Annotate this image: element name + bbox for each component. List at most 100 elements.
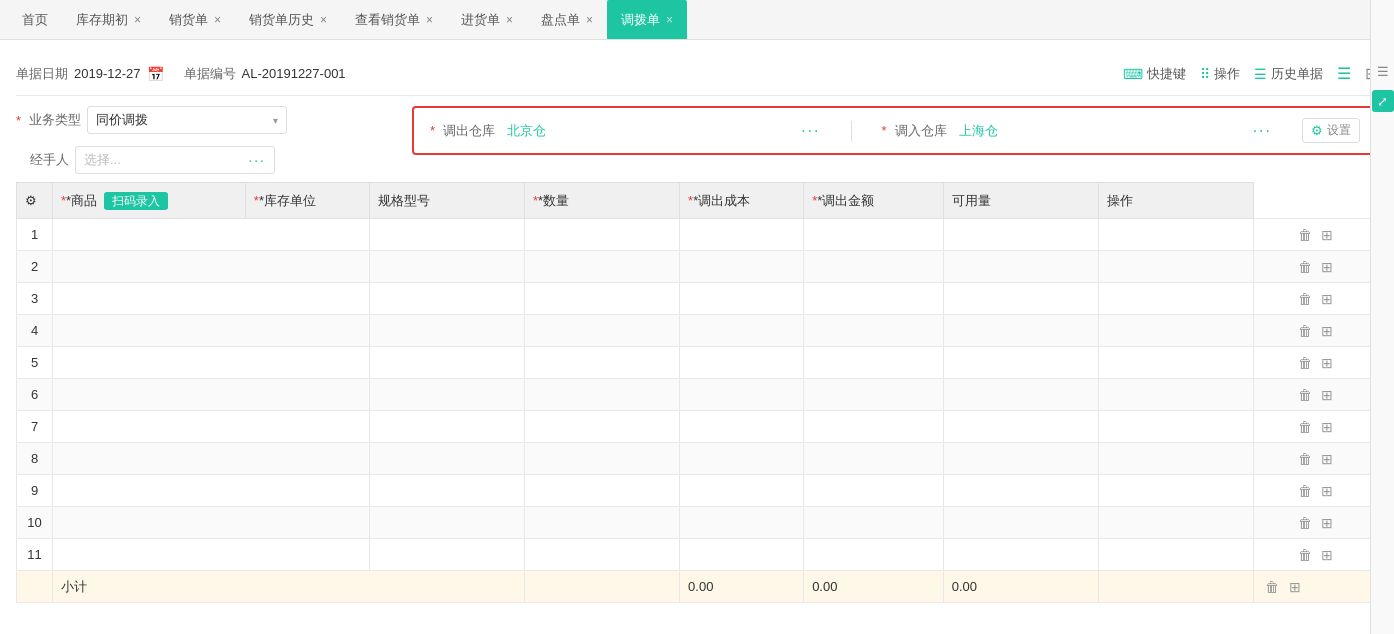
row-unit[interactable] [369, 347, 524, 379]
sidebar-expand-icon[interactable]: ⤢ [1372, 90, 1394, 112]
tab-inventory-check-close[interactable]: × [586, 13, 593, 27]
row-avail[interactable] [1098, 347, 1253, 379]
row-goods[interactable] [53, 507, 370, 539]
col-header-gear[interactable]: ⚙ [17, 183, 53, 219]
tab-view-sales-close[interactable]: × [426, 13, 433, 27]
row-spec[interactable] [525, 443, 680, 475]
copy-icon[interactable]: ⊞ [1321, 387, 1333, 403]
row-qty[interactable] [680, 379, 804, 411]
delete-icon[interactable]: 🗑 [1298, 451, 1312, 467]
row-spec[interactable] [525, 507, 680, 539]
copy-icon[interactable]: ⊞ [1321, 259, 1333, 275]
row-goods[interactable] [53, 347, 370, 379]
tab-transfer-close[interactable]: × [666, 13, 673, 27]
tab-sales-history-close[interactable]: × [320, 13, 327, 27]
row-amount[interactable] [943, 539, 1098, 571]
row-unit[interactable] [369, 411, 524, 443]
tab-purchase[interactable]: 进货单 × [447, 0, 527, 39]
tab-transfer[interactable]: 调拨单 × [607, 0, 687, 39]
row-unit[interactable] [369, 539, 524, 571]
row-amount[interactable] [943, 443, 1098, 475]
row-qty[interactable] [680, 539, 804, 571]
row-goods[interactable] [53, 379, 370, 411]
business-type-select[interactable]: 同价调拨 ▾ [87, 106, 287, 134]
tab-inventory-init-close[interactable]: × [134, 13, 141, 27]
copy-icon[interactable]: ⊞ [1321, 547, 1333, 563]
person-select[interactable]: 选择... ··· [75, 146, 275, 174]
delete-icon[interactable]: 🗑 [1298, 291, 1312, 307]
row-cost[interactable] [804, 507, 944, 539]
row-spec[interactable] [525, 219, 680, 251]
shortcut-button[interactable]: ⌨ 快捷键 [1123, 65, 1186, 83]
row-amount[interactable] [943, 475, 1098, 507]
row-goods[interactable] [53, 219, 370, 251]
row-cost[interactable] [804, 283, 944, 315]
row-avail[interactable] [1098, 411, 1253, 443]
delete-icon[interactable]: 🗑 [1298, 259, 1312, 275]
subtotal-delete-icon[interactable]: 🗑 [1265, 579, 1279, 595]
row-goods[interactable] [53, 283, 370, 315]
sidebar-list-icon[interactable]: ☰ [1372, 60, 1394, 82]
row-qty[interactable] [680, 283, 804, 315]
row-goods[interactable] [53, 315, 370, 347]
row-cost[interactable] [804, 411, 944, 443]
row-cost[interactable] [804, 315, 944, 347]
delete-icon[interactable]: 🗑 [1298, 515, 1312, 531]
row-qty[interactable] [680, 411, 804, 443]
row-qty[interactable] [680, 219, 804, 251]
row-amount[interactable] [943, 347, 1098, 379]
tab-inventory-init[interactable]: 库存期初 × [62, 0, 155, 39]
row-spec[interactable] [525, 283, 680, 315]
copy-icon[interactable]: ⊞ [1321, 483, 1333, 499]
row-amount[interactable] [943, 283, 1098, 315]
row-avail[interactable] [1098, 219, 1253, 251]
delete-icon[interactable]: 🗑 [1298, 227, 1312, 243]
tab-sales-history[interactable]: 销货单历史 × [235, 0, 341, 39]
row-avail[interactable] [1098, 539, 1253, 571]
copy-icon[interactable]: ⊞ [1321, 323, 1333, 339]
copy-icon[interactable]: ⊞ [1321, 291, 1333, 307]
row-spec[interactable] [525, 379, 680, 411]
row-goods[interactable] [53, 475, 370, 507]
row-goods[interactable] [53, 411, 370, 443]
tab-view-sales[interactable]: 查看销货单 × [341, 0, 447, 39]
row-avail[interactable] [1098, 251, 1253, 283]
row-cost[interactable] [804, 219, 944, 251]
row-amount[interactable] [943, 379, 1098, 411]
row-amount[interactable] [943, 251, 1098, 283]
tab-purchase-close[interactable]: × [506, 13, 513, 27]
row-spec[interactable] [525, 475, 680, 507]
row-spec[interactable] [525, 411, 680, 443]
copy-icon[interactable]: ⊞ [1321, 515, 1333, 531]
row-amount[interactable] [943, 315, 1098, 347]
scan-button[interactable]: 扫码录入 [104, 192, 168, 210]
person-more-icon[interactable]: ··· [248, 152, 266, 168]
history-button[interactable]: ☰ 历史单据 [1254, 65, 1323, 83]
row-avail[interactable] [1098, 507, 1253, 539]
tab-sales-order[interactable]: 销货单 × [155, 0, 235, 39]
row-qty[interactable] [680, 347, 804, 379]
row-avail[interactable] [1098, 283, 1253, 315]
tab-sales-order-close[interactable]: × [214, 13, 221, 27]
row-cost[interactable] [804, 251, 944, 283]
row-goods[interactable] [53, 443, 370, 475]
row-avail[interactable] [1098, 379, 1253, 411]
row-unit[interactable] [369, 443, 524, 475]
row-unit[interactable] [369, 283, 524, 315]
copy-icon[interactable]: ⊞ [1321, 227, 1333, 243]
row-qty[interactable] [680, 443, 804, 475]
warehouse-in-more-icon[interactable]: ··· [1253, 122, 1272, 140]
row-unit[interactable] [369, 379, 524, 411]
row-goods[interactable] [53, 539, 370, 571]
delete-icon[interactable]: 🗑 [1298, 387, 1312, 403]
delete-icon[interactable]: 🗑 [1298, 323, 1312, 339]
row-cost[interactable] [804, 539, 944, 571]
row-amount[interactable] [943, 507, 1098, 539]
warehouse-out-more-icon[interactable]: ··· [801, 122, 820, 140]
row-goods[interactable] [53, 251, 370, 283]
copy-icon[interactable]: ⊞ [1321, 419, 1333, 435]
row-spec[interactable] [525, 251, 680, 283]
row-avail[interactable] [1098, 475, 1253, 507]
row-qty[interactable] [680, 507, 804, 539]
delete-icon[interactable]: 🗑 [1298, 355, 1312, 371]
